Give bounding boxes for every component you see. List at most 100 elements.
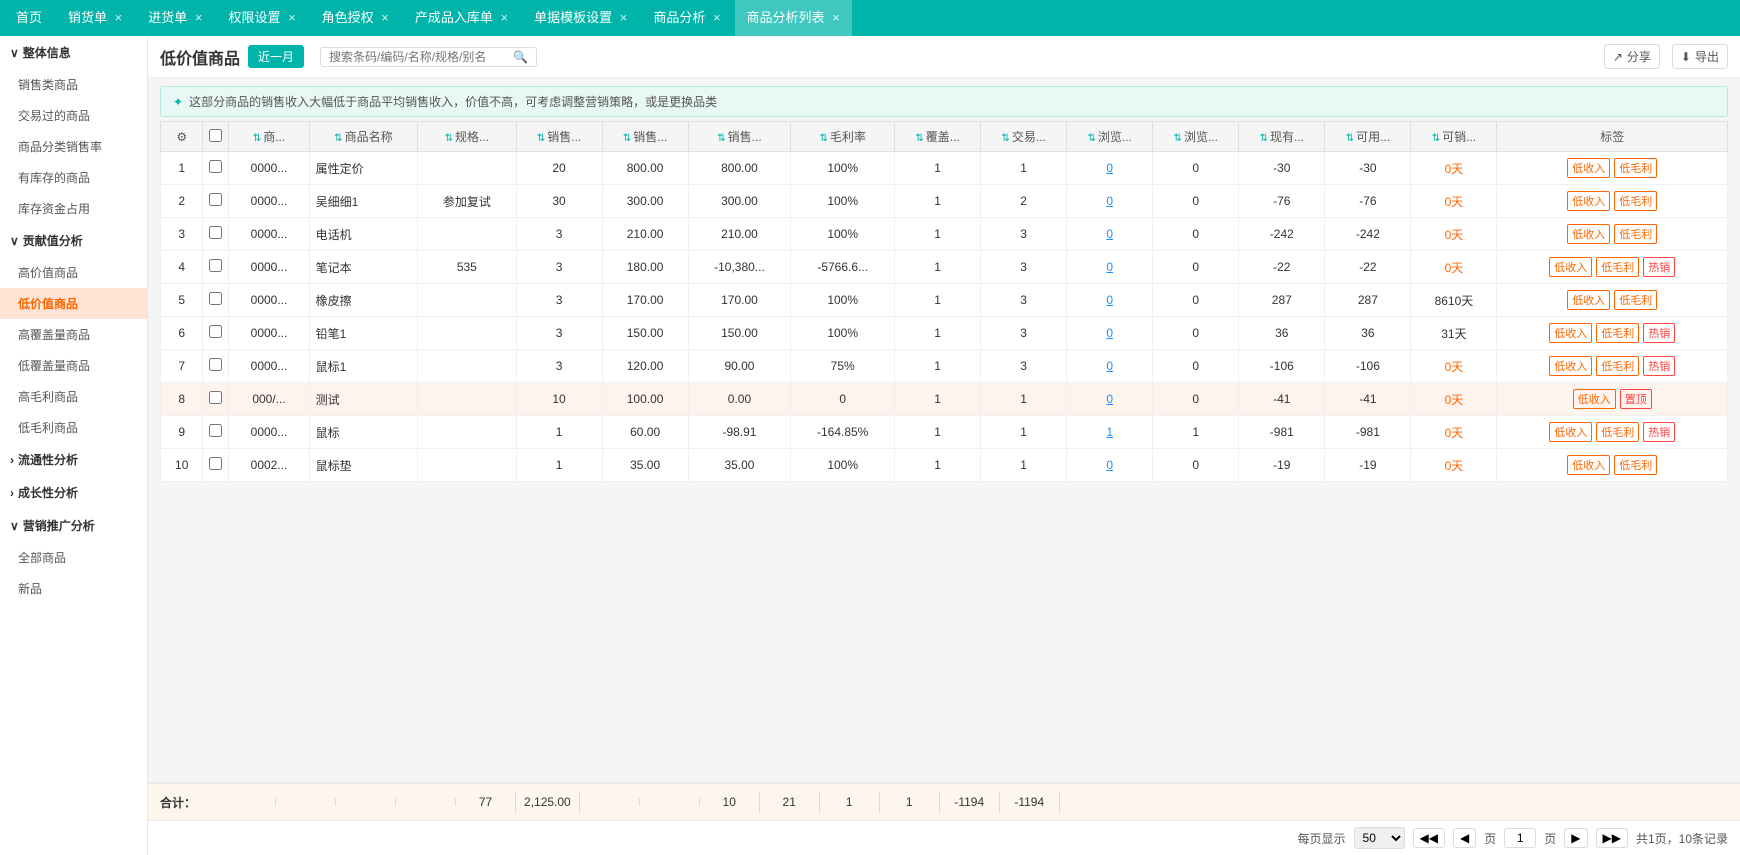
close-product-warehouse[interactable]: × <box>501 10 509 25</box>
page-number-input[interactable] <box>1504 828 1536 848</box>
close-permissions[interactable]: × <box>288 10 296 25</box>
col-checkbox[interactable] <box>203 122 229 152</box>
col-current-stock[interactable]: ⇅现有... <box>1239 122 1325 152</box>
cell-browse1[interactable]: 0 <box>1067 449 1153 482</box>
cell-browse1[interactable]: 0 <box>1067 185 1153 218</box>
cell-checkbox[interactable] <box>203 284 229 317</box>
sidebar-item-traded-products[interactable]: 交易过的商品 <box>0 100 147 131</box>
sidebar-item-stock-products[interactable]: 有库存的商品 <box>0 162 147 193</box>
close-sales-order[interactable]: × <box>115 10 123 25</box>
nav-permissions[interactable]: 权限设置 × <box>216 0 307 36</box>
prev-page-button[interactable]: ◀ <box>1453 828 1476 848</box>
col-name[interactable]: ⇅商品名称 <box>309 122 418 152</box>
col-sales-avg[interactable]: ⇅销售... <box>688 122 791 152</box>
sidebar-group-overall[interactable]: ∨ 整体信息 <box>0 36 147 69</box>
cell-browse1[interactable]: 0 <box>1067 350 1153 383</box>
sidebar-item-low-coverage[interactable]: 低覆盖量商品 <box>0 350 147 381</box>
cell-checkbox[interactable] <box>203 317 229 350</box>
cell-browse1[interactable]: 0 <box>1067 152 1153 185</box>
row-checkbox[interactable] <box>209 259 222 272</box>
col-sales-amt[interactable]: ⇅销售... <box>602 122 688 152</box>
sidebar-group-contribution[interactable]: ∨ 贡献值分析 <box>0 224 147 257</box>
nav-template-settings[interactable]: 单据模板设置 × <box>522 0 639 36</box>
nav-product-analysis-list[interactable]: 商品分析列表 × <box>735 0 852 36</box>
select-all-checkbox[interactable] <box>209 129 222 142</box>
browse1-link[interactable]: 0 <box>1106 359 1113 373</box>
close-product-analysis-list[interactable]: × <box>832 10 840 25</box>
last-page-button[interactable]: ▶▶ <box>1596 828 1628 848</box>
nav-product-analysis[interactable]: 商品分析 × <box>641 0 732 36</box>
row-checkbox[interactable] <box>209 193 222 206</box>
col-coverage[interactable]: ⇅覆盖... <box>895 122 981 152</box>
cell-checkbox[interactable] <box>203 449 229 482</box>
cell-browse1[interactable]: 0 <box>1067 251 1153 284</box>
col-code[interactable]: ⇅商... <box>229 122 309 152</box>
cell-browse1[interactable]: 0 <box>1067 218 1153 251</box>
col-gross-rate[interactable]: ⇅毛利率 <box>791 122 895 152</box>
nav-sales-order[interactable]: 销货单 × <box>56 0 134 36</box>
sidebar-item-low-value[interactable]: 低价值商品 <box>0 288 147 319</box>
sidebar-item-sales-products[interactable]: 销售类商品 <box>0 69 147 100</box>
data-table-container[interactable]: ⚙ ⇅商... ⇅商品名称 ⇅规格... ⇅销售... ⇅销售... ⇅销售..… <box>160 121 1728 782</box>
row-checkbox[interactable] <box>209 358 222 371</box>
cell-checkbox[interactable] <box>203 185 229 218</box>
browse1-link[interactable]: 0 <box>1106 392 1113 406</box>
sidebar-group-circulation[interactable]: › 流通性分析 <box>0 443 147 476</box>
sidebar-group-marketing[interactable]: ∨ 营销推广分析 <box>0 509 147 542</box>
cell-browse1[interactable]: 1 <box>1067 416 1153 449</box>
close-product-analysis[interactable]: × <box>713 10 721 25</box>
next-page-button[interactable]: ▶ <box>1564 828 1587 848</box>
col-available[interactable]: ⇅可用... <box>1325 122 1411 152</box>
cell-browse1[interactable]: 0 <box>1067 284 1153 317</box>
col-browse1[interactable]: ⇅浏览... <box>1067 122 1153 152</box>
col-browse2[interactable]: ⇅浏览... <box>1153 122 1239 152</box>
sidebar-item-all-products[interactable]: 全部商品 <box>0 542 147 573</box>
cell-checkbox[interactable] <box>203 218 229 251</box>
cell-checkbox[interactable] <box>203 416 229 449</box>
col-trade[interactable]: ⇅交易... <box>981 122 1067 152</box>
row-checkbox[interactable] <box>209 457 222 470</box>
sidebar-item-high-value[interactable]: 高价值商品 <box>0 257 147 288</box>
cell-checkbox[interactable] <box>203 152 229 185</box>
cell-browse1[interactable]: 0 <box>1067 317 1153 350</box>
browse1-link[interactable]: 1 <box>1106 425 1113 439</box>
row-checkbox[interactable] <box>209 292 222 305</box>
row-checkbox[interactable] <box>209 424 222 437</box>
date-filter-button[interactable]: 近一月 <box>248 45 304 68</box>
export-button[interactable]: ⬇ 导出 <box>1672 44 1728 69</box>
search-input[interactable] <box>329 50 509 64</box>
cell-checkbox[interactable] <box>203 383 229 416</box>
per-page-select[interactable]: 50 100 200 <box>1354 827 1405 849</box>
browse1-link[interactable]: 0 <box>1106 260 1113 274</box>
sidebar-item-low-gross[interactable]: 低毛利商品 <box>0 412 147 443</box>
browse1-link[interactable]: 0 <box>1106 161 1113 175</box>
col-sales-qty[interactable]: ⇅销售... <box>516 122 602 152</box>
cell-browse1[interactable]: 0 <box>1067 383 1153 416</box>
sidebar-item-stock-capital[interactable]: 库存资金占用 <box>0 193 147 224</box>
nav-role-auth[interactable]: 角色授权 × <box>310 0 401 36</box>
col-settings[interactable]: ⚙ <box>161 122 203 152</box>
browse1-link[interactable]: 0 <box>1106 227 1113 241</box>
close-role-auth[interactable]: × <box>381 10 389 25</box>
browse1-link[interactable]: 0 <box>1106 293 1113 307</box>
sidebar-item-high-gross[interactable]: 高毛利商品 <box>0 381 147 412</box>
row-checkbox[interactable] <box>209 325 222 338</box>
cell-checkbox[interactable] <box>203 251 229 284</box>
cell-checkbox[interactable] <box>203 350 229 383</box>
row-checkbox[interactable] <box>209 160 222 173</box>
sidebar-item-category-sales-rate[interactable]: 商品分类销售率 <box>0 131 147 162</box>
row-checkbox[interactable] <box>209 226 222 239</box>
nav-purchase-order[interactable]: 进货单 × <box>136 0 214 36</box>
first-page-button[interactable]: ◀◀ <box>1413 828 1445 848</box>
sidebar-item-new-products[interactable]: 新品 <box>0 573 147 604</box>
col-spec[interactable]: ⇅规格... <box>418 122 516 152</box>
nav-home[interactable]: 首页 <box>4 0 54 36</box>
share-button[interactable]: ↗ 分享 <box>1604 44 1660 69</box>
nav-product-warehouse[interactable]: 产成品入库单 × <box>403 0 520 36</box>
close-purchase-order[interactable]: × <box>195 10 203 25</box>
row-checkbox[interactable] <box>209 391 222 404</box>
browse1-link[interactable]: 0 <box>1106 458 1113 472</box>
browse1-link[interactable]: 0 <box>1106 194 1113 208</box>
close-template-settings[interactable]: × <box>620 10 628 25</box>
sidebar-item-high-coverage[interactable]: 高覆盖量商品 <box>0 319 147 350</box>
